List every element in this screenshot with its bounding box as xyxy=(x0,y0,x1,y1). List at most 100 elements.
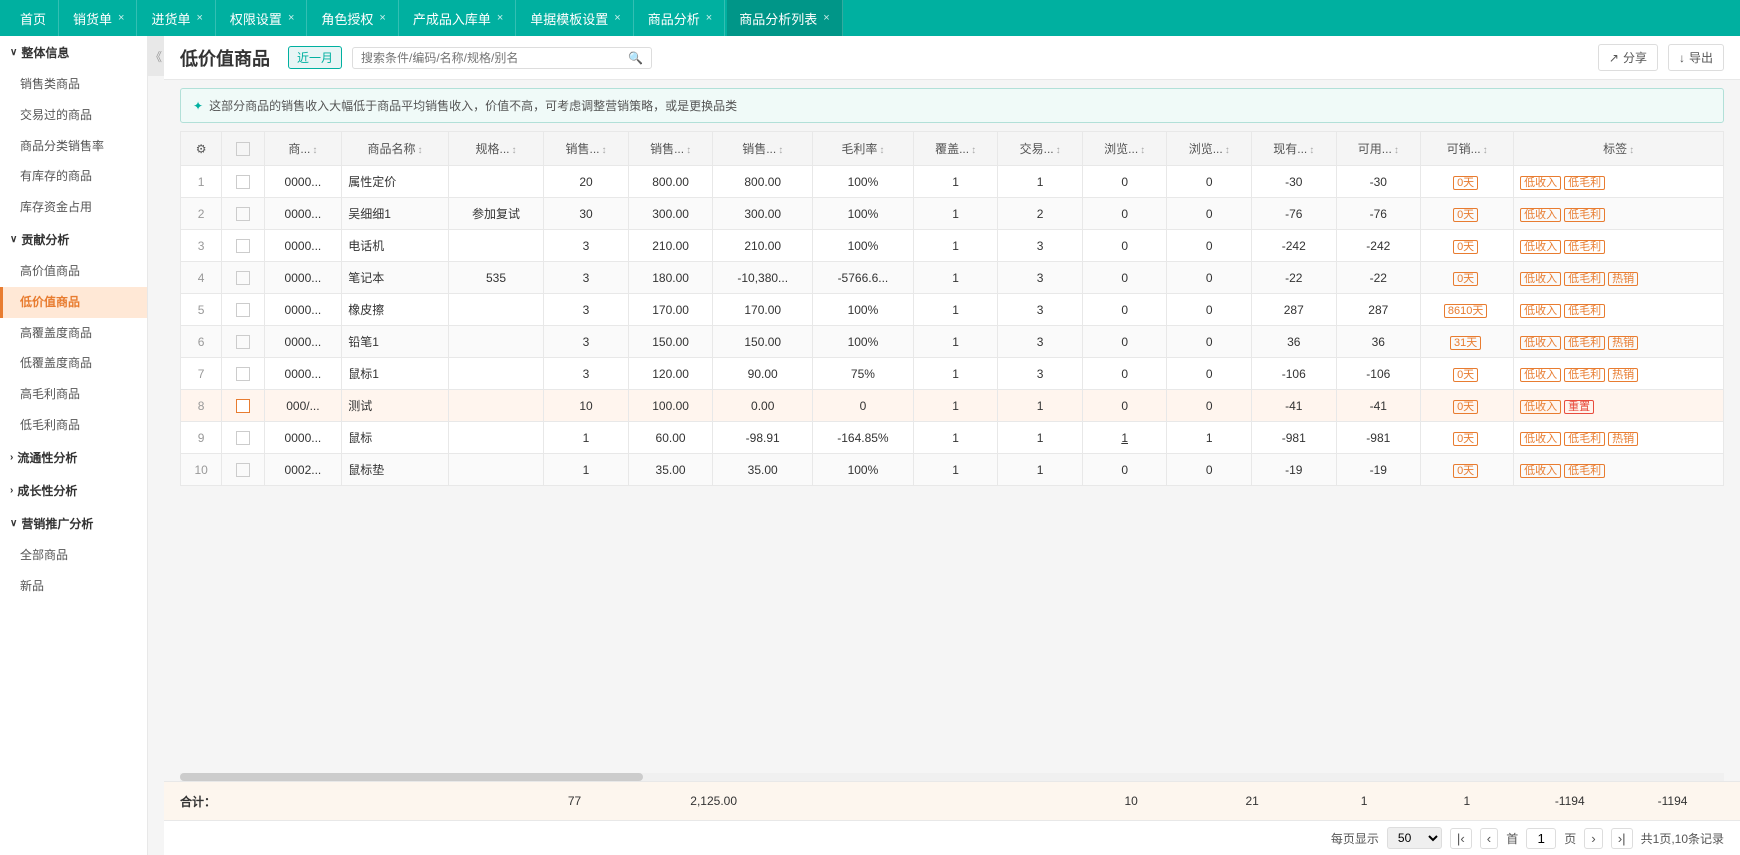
row-checkbox[interactable] xyxy=(236,239,250,253)
sidebar-item-high-margin[interactable]: 高毛利商品 xyxy=(0,379,147,410)
sidebar-item-all[interactable]: 全部商品 xyxy=(0,540,147,571)
nav-close-products[interactable]: × xyxy=(497,12,503,24)
td-checkbox[interactable] xyxy=(222,294,264,326)
nav-products[interactable]: 产成品入库单 × xyxy=(401,0,516,36)
header-checkbox[interactable] xyxy=(236,142,250,156)
td-cov: 1 xyxy=(913,230,998,262)
nav-close-analysis[interactable]: × xyxy=(706,12,712,24)
last-page-btn[interactable]: ›| xyxy=(1611,828,1633,849)
th-s2[interactable]: 销售...↕ xyxy=(628,132,713,166)
sidebar-item-low-coverage[interactable]: 低覆盖度商品 xyxy=(0,348,147,379)
sidebar-item-low-margin[interactable]: 低毛利商品 xyxy=(0,410,147,441)
table-row: 1 0000... 属性定价 20 800.00 800.00 100% 1 1… xyxy=(181,166,1724,198)
nav-purchase[interactable]: 进货单 × xyxy=(139,0,215,36)
td-checkbox[interactable] xyxy=(222,262,264,294)
th-s1[interactable]: 销售...↕ xyxy=(544,132,629,166)
row-checkbox[interactable] xyxy=(236,431,250,445)
nav-close-sales[interactable]: × xyxy=(118,12,124,24)
th-gm[interactable]: 毛利率↕ xyxy=(813,132,914,166)
td-checkbox[interactable] xyxy=(222,230,264,262)
browse1-val: 0 xyxy=(1121,207,1128,221)
td-checkbox[interactable] xyxy=(222,422,264,454)
td-cov: 1 xyxy=(913,262,998,294)
sidebar-group-overall[interactable]: ∨ 整体信息 xyxy=(0,36,147,69)
sidebar-group-growth[interactable]: › 成长性分析 xyxy=(0,474,147,507)
td-avail: -76 xyxy=(1336,198,1421,230)
th-s3[interactable]: 销售...↕ xyxy=(713,132,813,166)
row-checkbox[interactable] xyxy=(236,367,250,381)
td-checkbox[interactable] xyxy=(222,454,264,486)
td-br1: 0 xyxy=(1082,198,1167,230)
th-br1[interactable]: 浏览...↕ xyxy=(1082,132,1167,166)
export-btn[interactable]: ↓ 导出 xyxy=(1668,44,1724,71)
nav-home[interactable]: 首页 xyxy=(8,0,59,36)
th-name[interactable]: 商品名称↕ xyxy=(342,132,448,166)
td-s2: 300.00 xyxy=(628,198,713,230)
sidebar-item-high-coverage[interactable]: 高覆盖度商品 xyxy=(0,318,147,349)
td-avail: -981 xyxy=(1336,422,1421,454)
th-avail[interactable]: 可用...↕ xyxy=(1336,132,1421,166)
nav-analysis[interactable]: 商品分析 × xyxy=(636,0,725,36)
th-checkbox[interactable] xyxy=(222,132,264,166)
per-page-select[interactable]: 50 100 200 xyxy=(1387,827,1442,849)
sidebar-item-stock-capital[interactable]: 库存资金占用 xyxy=(0,192,147,223)
sidebar-item-traded[interactable]: 交易过的商品 xyxy=(0,100,147,131)
nav-close-templates[interactable]: × xyxy=(614,12,620,24)
nav-analysis-list[interactable]: 商品分析列表 × xyxy=(727,0,842,36)
th-curr[interactable]: 现有...↕ xyxy=(1251,132,1336,166)
td-s1: 3 xyxy=(544,262,629,294)
sidebar-item-new[interactable]: 新品 xyxy=(0,571,147,602)
td-checkbox[interactable] xyxy=(222,198,264,230)
nav-roles[interactable]: 角色授权 × xyxy=(309,0,398,36)
nav-sales[interactable]: 销货单 × xyxy=(61,0,137,36)
sidebar-collapse-btn[interactable]: 《 xyxy=(148,36,164,76)
td-checkbox[interactable] xyxy=(222,166,264,198)
nav-permissions[interactable]: 权限设置 × xyxy=(218,0,307,36)
nav-close-roles[interactable]: × xyxy=(379,12,385,24)
row-checkbox[interactable] xyxy=(236,335,250,349)
browse1-link[interactable]: 1 xyxy=(1121,431,1128,445)
th-br2[interactable]: 浏览...↕ xyxy=(1167,132,1252,166)
next-page-btn[interactable]: › xyxy=(1584,828,1602,849)
td-checkbox[interactable] xyxy=(222,390,264,422)
tag: 低毛利 xyxy=(1564,304,1605,318)
th-code[interactable]: 商...↕ xyxy=(264,132,342,166)
total-s3 xyxy=(792,790,949,812)
row-checkbox[interactable] xyxy=(236,399,250,413)
row-checkbox[interactable] xyxy=(236,207,250,221)
share-btn[interactable]: ↗ 分享 xyxy=(1598,44,1658,71)
td-avail: -41 xyxy=(1336,390,1421,422)
sidebar-group-marketing[interactable]: ∨ 营销推广分析 xyxy=(0,507,147,540)
td-curr: -22 xyxy=(1251,262,1336,294)
row-checkbox[interactable] xyxy=(236,303,250,317)
sidebar-group-contribution[interactable]: ∨ 贡献分析 xyxy=(0,223,147,256)
sidebar-group-circulation[interactable]: › 流通性分析 xyxy=(0,441,147,474)
sidebar-item-in-stock[interactable]: 有库存的商品 xyxy=(0,161,147,192)
scroll-bar[interactable] xyxy=(180,773,643,781)
sidebar-item-category-rate[interactable]: 商品分类销售率 xyxy=(0,131,147,162)
th-tags[interactable]: 标签↕ xyxy=(1514,132,1724,166)
nav-close-purchase[interactable]: × xyxy=(196,12,202,24)
nav-templates[interactable]: 单据模板设置 × xyxy=(518,0,633,36)
th-trans[interactable]: 交易...↕ xyxy=(998,132,1083,166)
th-spec[interactable]: 规格...↕ xyxy=(448,132,544,166)
sidebar-item-low-value[interactable]: 低价值商品 xyxy=(0,287,147,318)
prev-page-btn[interactable]: ‹ xyxy=(1480,828,1498,849)
th-sale[interactable]: 可销...↕ xyxy=(1421,132,1514,166)
search-input[interactable] xyxy=(361,51,624,65)
th-cov[interactable]: 覆盖...↕ xyxy=(913,132,998,166)
td-checkbox[interactable] xyxy=(222,358,264,390)
page-input[interactable] xyxy=(1526,828,1556,849)
nav-close-analysis-list[interactable]: × xyxy=(823,12,829,24)
sidebar-item-high-value[interactable]: 高价值商品 xyxy=(0,256,147,287)
row-checkbox[interactable] xyxy=(236,463,250,477)
date-tag-btn[interactable]: 近一月 xyxy=(288,46,342,69)
sidebar-item-sales-products[interactable]: 销售类商品 xyxy=(0,69,147,100)
row-checkbox[interactable] xyxy=(236,271,250,285)
td-cov: 1 xyxy=(913,454,998,486)
row-checkbox[interactable] xyxy=(236,175,250,189)
first-page-btn[interactable]: |‹ xyxy=(1450,828,1472,849)
th-settings[interactable]: ⚙ xyxy=(181,132,222,166)
nav-close-permissions[interactable]: × xyxy=(288,12,294,24)
td-checkbox[interactable] xyxy=(222,326,264,358)
